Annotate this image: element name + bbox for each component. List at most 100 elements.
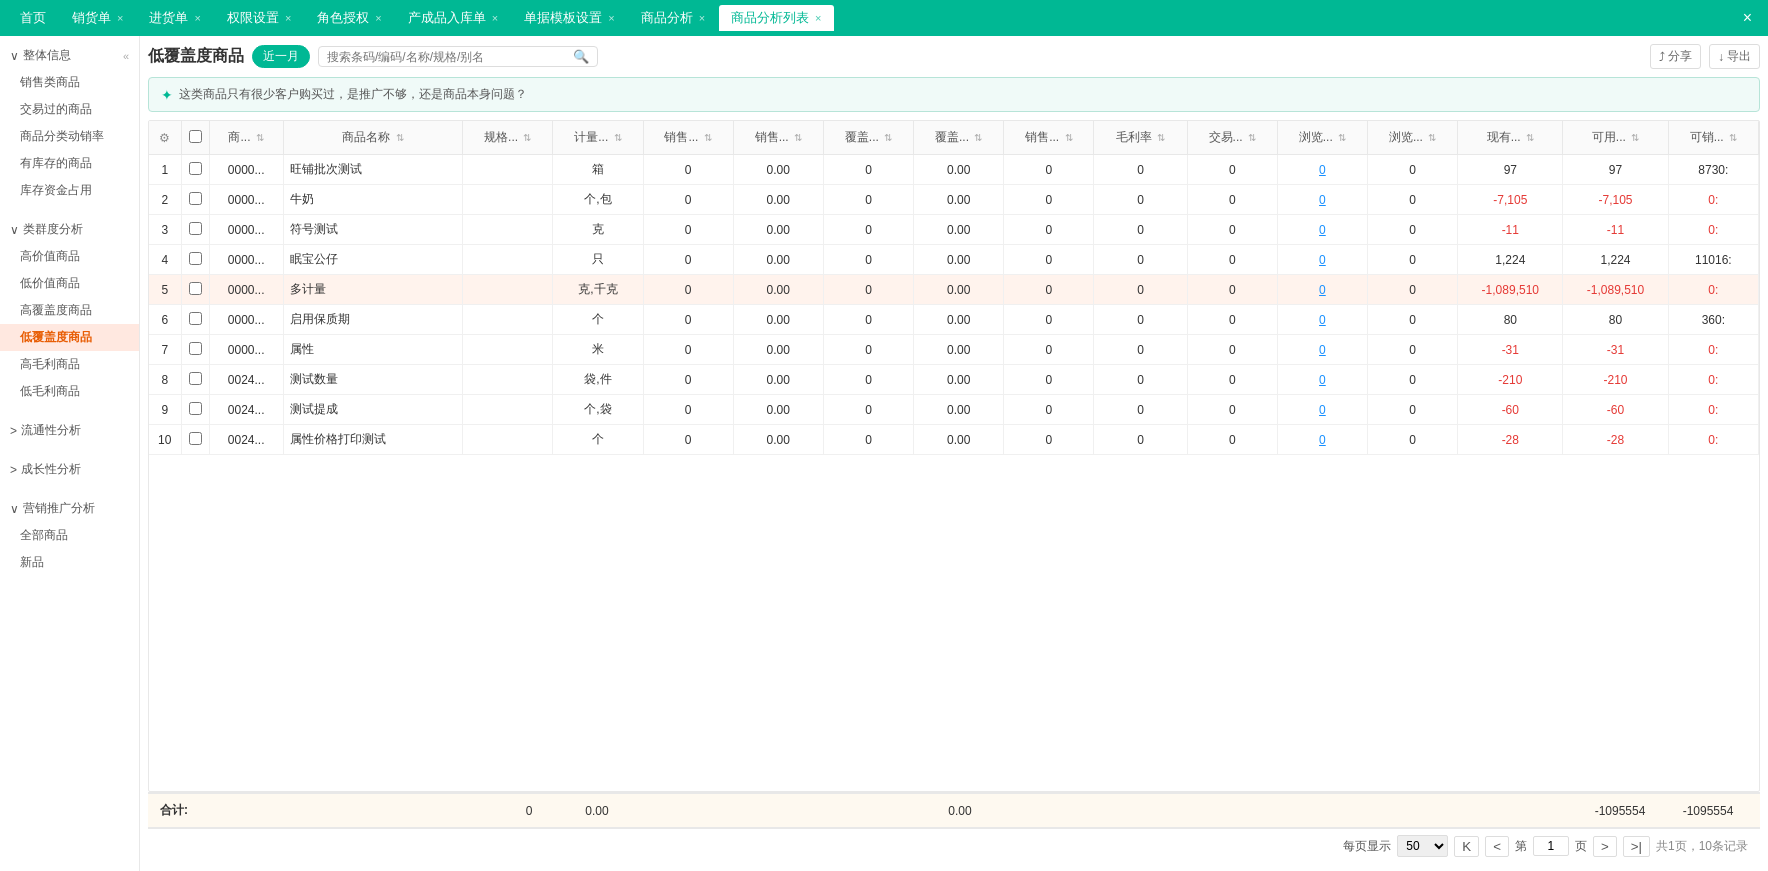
filter-recent-month-button[interactable]: 近一月 <box>252 45 310 68</box>
row-sales-amt: 0.00 <box>733 365 823 395</box>
last-page-button[interactable]: >| <box>1623 836 1650 857</box>
sidebar-item-low-gross[interactable]: 低毛利商品 <box>0 378 139 405</box>
row-checkbox[interactable] <box>181 275 209 305</box>
sidebar-item-high-gross[interactable]: 高毛利商品 <box>0 351 139 378</box>
row-checkbox[interactable] <box>181 245 209 275</box>
row-select-checkbox[interactable] <box>189 222 202 235</box>
row-browse2: 0 <box>1368 215 1458 245</box>
sidebar-group-growth[interactable]: > 成长性分析 <box>0 456 139 483</box>
row-checkbox[interactable] <box>181 335 209 365</box>
row-select-checkbox[interactable] <box>189 432 202 445</box>
collapse-icon[interactable]: « <box>123 50 129 62</box>
close-all-button[interactable]: × <box>1735 9 1760 27</box>
close-icon[interactable]: × <box>608 12 614 24</box>
settings-column-header[interactable]: ⚙ <box>149 121 181 155</box>
nav-product-inbound[interactable]: 产成品入库单 × <box>396 5 510 31</box>
sidebar-item-new-goods[interactable]: 新品 <box>0 549 139 576</box>
row-select-checkbox[interactable] <box>189 402 202 415</box>
row-no: 2 <box>149 185 181 215</box>
sidebar-item-category-rate[interactable]: 商品分类动销率 <box>0 123 139 150</box>
row-browse1[interactable]: 0 <box>1277 425 1367 455</box>
row-sales-amt: 0.00 <box>733 395 823 425</box>
nav-home[interactable]: 首页 <box>8 5 58 31</box>
export-button[interactable]: ↓ 导出 <box>1709 44 1760 69</box>
row-coverage1: 0 <box>823 425 913 455</box>
row-checkbox[interactable] <box>181 365 209 395</box>
row-browse1[interactable]: 0 <box>1277 215 1367 245</box>
sidebar-group-circulation[interactable]: > 流通性分析 <box>0 417 139 444</box>
sidebar-group-marketing[interactable]: ∨ 营销推广分析 <box>0 495 139 522</box>
row-code: 0024... <box>209 425 283 455</box>
checkbox-column-header[interactable] <box>181 121 209 155</box>
row-select-checkbox[interactable] <box>189 192 202 205</box>
product-table-container[interactable]: ⚙ 商... ⇅ 商品名称 ⇅ 规格... ⇅ 计量... ⇅ 销售... ⇅ … <box>148 120 1760 792</box>
share-button[interactable]: ⤴ 分享 <box>1650 44 1701 69</box>
sidebar-item-traded-goods[interactable]: 交易过的商品 <box>0 96 139 123</box>
close-icon[interactable]: × <box>117 12 123 24</box>
sidebar-item-stock-capital[interactable]: 库存资金占用 <box>0 177 139 204</box>
sidebar-group-overall[interactable]: ∨ 整体信息 « <box>0 42 139 69</box>
sidebar: ∨ 整体信息 « 销售类商品 交易过的商品 商品分类动销率 有库存的商品 库存资… <box>0 36 140 871</box>
select-all-checkbox[interactable] <box>189 130 202 143</box>
row-select-checkbox[interactable] <box>189 282 202 295</box>
close-icon[interactable]: × <box>285 12 291 24</box>
close-icon[interactable]: × <box>492 12 498 24</box>
row-checkbox[interactable] <box>181 425 209 455</box>
row-select-checkbox[interactable] <box>189 312 202 325</box>
row-browse1[interactable]: 0 <box>1277 275 1367 305</box>
row-browse1[interactable]: 0 <box>1277 155 1367 185</box>
table-row: 7 0000... 属性 米 0 0.00 0 0.00 0 0 0 0 0 -… <box>149 335 1759 365</box>
search-input[interactable] <box>327 50 573 64</box>
row-coverage1: 0 <box>823 155 913 185</box>
row-sales-amt: 0.00 <box>733 335 823 365</box>
sidebar-item-stocked-goods[interactable]: 有库存的商品 <box>0 150 139 177</box>
sidebar-group-clustering[interactable]: ∨ 类群度分析 <box>0 216 139 243</box>
close-icon[interactable]: × <box>375 12 381 24</box>
nav-purchase-order[interactable]: 进货单 × <box>137 5 212 31</box>
row-browse1[interactable]: 0 <box>1277 305 1367 335</box>
row-browse1[interactable]: 0 <box>1277 185 1367 215</box>
next-page-button[interactable]: > <box>1593 836 1617 857</box>
nav-sales-order[interactable]: 销货单 × <box>60 5 135 31</box>
row-browse1[interactable]: 0 <box>1277 365 1367 395</box>
row-select-checkbox[interactable] <box>189 252 202 265</box>
sidebar-item-sales-goods[interactable]: 销售类商品 <box>0 69 139 96</box>
row-spec <box>463 185 553 215</box>
row-browse1[interactable]: 0 <box>1277 335 1367 365</box>
close-icon[interactable]: × <box>699 12 705 24</box>
sidebar-item-low-coverage[interactable]: 低覆盖度商品 <box>0 324 139 351</box>
close-icon[interactable]: × <box>194 12 200 24</box>
page-number-input[interactable] <box>1533 836 1569 856</box>
nav-template-settings[interactable]: 单据模板设置 × <box>512 5 626 31</box>
page-size-select[interactable]: 50 100 200 <box>1397 835 1448 857</box>
row-browse2: 0 <box>1368 335 1458 365</box>
row-checkbox[interactable] <box>181 395 209 425</box>
row-browse1[interactable]: 0 <box>1277 395 1367 425</box>
row-browse1[interactable]: 0 <box>1277 245 1367 275</box>
nav-role-auth[interactable]: 角色授权 × <box>305 5 393 31</box>
close-icon[interactable]: × <box>815 12 821 24</box>
row-available: 97 <box>1563 155 1668 185</box>
row-checkbox[interactable] <box>181 215 209 245</box>
nav-analysis-list[interactable]: 商品分析列表 × <box>719 5 833 31</box>
row-code: 0024... <box>209 395 283 425</box>
row-checkbox[interactable] <box>181 185 209 215</box>
prev-page-button[interactable]: < <box>1485 836 1509 857</box>
row-select-checkbox[interactable] <box>189 162 202 175</box>
row-select-checkbox[interactable] <box>189 342 202 355</box>
row-sales-qty: 0 <box>643 425 733 455</box>
sidebar-item-low-value[interactable]: 低价值商品 <box>0 270 139 297</box>
nav-permissions[interactable]: 权限设置 × <box>215 5 303 31</box>
row-select-checkbox[interactable] <box>189 372 202 385</box>
row-checkbox[interactable] <box>181 155 209 185</box>
sidebar-item-high-coverage[interactable]: 高覆盖度商品 <box>0 297 139 324</box>
sidebar-item-high-value[interactable]: 高价值商品 <box>0 243 139 270</box>
spec-column-header: 规格... ⇅ <box>463 121 553 155</box>
row-checkbox[interactable] <box>181 305 209 335</box>
sidebar-item-all-goods[interactable]: 全部商品 <box>0 522 139 549</box>
first-page-button[interactable]: K <box>1454 836 1479 857</box>
row-name: 测试数量 <box>283 365 462 395</box>
nav-product-analysis[interactable]: 商品分析 × <box>629 5 717 31</box>
search-icon[interactable]: 🔍 <box>573 49 589 64</box>
row-name: 属性价格打印测试 <box>283 425 462 455</box>
